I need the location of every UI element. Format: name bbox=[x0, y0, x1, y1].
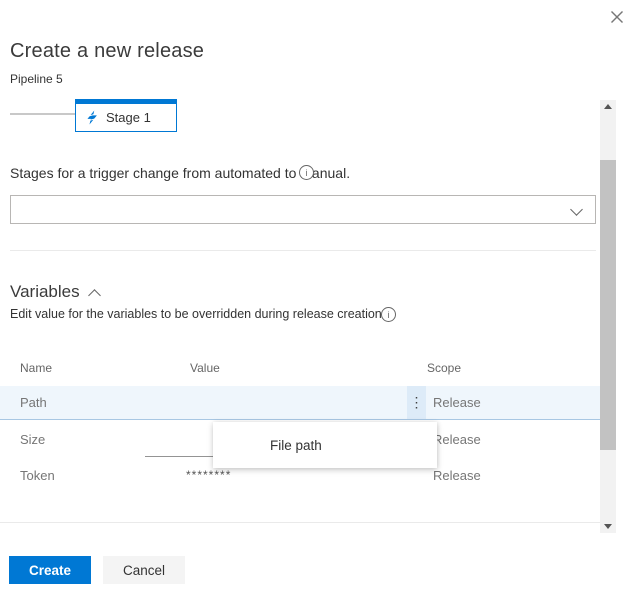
trigger-stages-dropdown-input[interactable] bbox=[17, 199, 557, 220]
stage-connector-line bbox=[10, 113, 75, 115]
trigger-info-icon[interactable]: i bbox=[299, 165, 314, 180]
section-divider bbox=[10, 250, 596, 251]
scrollbar-thumb[interactable] bbox=[600, 160, 616, 450]
create-button[interactable]: Create bbox=[9, 556, 91, 584]
variables-description: Edit value for the variables to be overr… bbox=[10, 307, 385, 321]
chevron-up-icon[interactable] bbox=[88, 289, 101, 302]
page-title: Create a new release bbox=[10, 40, 204, 63]
trigger-stages-dropdown[interactable] bbox=[10, 195, 596, 224]
stage-node[interactable]: Stage 1 bbox=[75, 99, 177, 132]
stage-status-bar bbox=[75, 99, 177, 104]
variables-section-title: Variables bbox=[10, 282, 80, 302]
more-vertical-icon: ⋮ bbox=[410, 394, 424, 411]
variable-name: Size bbox=[20, 421, 45, 457]
scroll-up-icon[interactable] bbox=[604, 104, 612, 109]
variables-info-icon[interactable]: i bbox=[381, 307, 396, 322]
table-row-path[interactable]: Path ⋮ Release bbox=[0, 386, 600, 420]
variable-scope: Release bbox=[433, 421, 481, 457]
variable-scope: Release bbox=[433, 457, 481, 493]
automated-trigger-lightning-icon bbox=[85, 110, 99, 125]
popup-item-file-path[interactable]: File path bbox=[213, 422, 437, 468]
column-header-name: Name bbox=[20, 361, 52, 375]
variable-scope: Release bbox=[433, 386, 481, 419]
close-button[interactable] bbox=[606, 6, 628, 28]
cancel-button[interactable]: Cancel bbox=[103, 556, 185, 584]
footer-divider bbox=[0, 522, 600, 523]
chevron-down-icon bbox=[570, 203, 583, 216]
stage-label: Stage 1 bbox=[106, 110, 151, 125]
value-options-popup: File path bbox=[213, 422, 437, 468]
scroll-down-icon[interactable] bbox=[604, 524, 612, 529]
close-icon bbox=[610, 10, 624, 24]
variable-name: Path bbox=[20, 386, 47, 419]
column-header-scope: Scope bbox=[427, 361, 461, 375]
column-header-value: Value bbox=[190, 361, 220, 375]
row-context-menu-button[interactable]: ⋮ bbox=[407, 386, 426, 419]
pipeline-name: Pipeline 5 bbox=[10, 72, 63, 86]
variable-name: Token bbox=[20, 457, 55, 493]
